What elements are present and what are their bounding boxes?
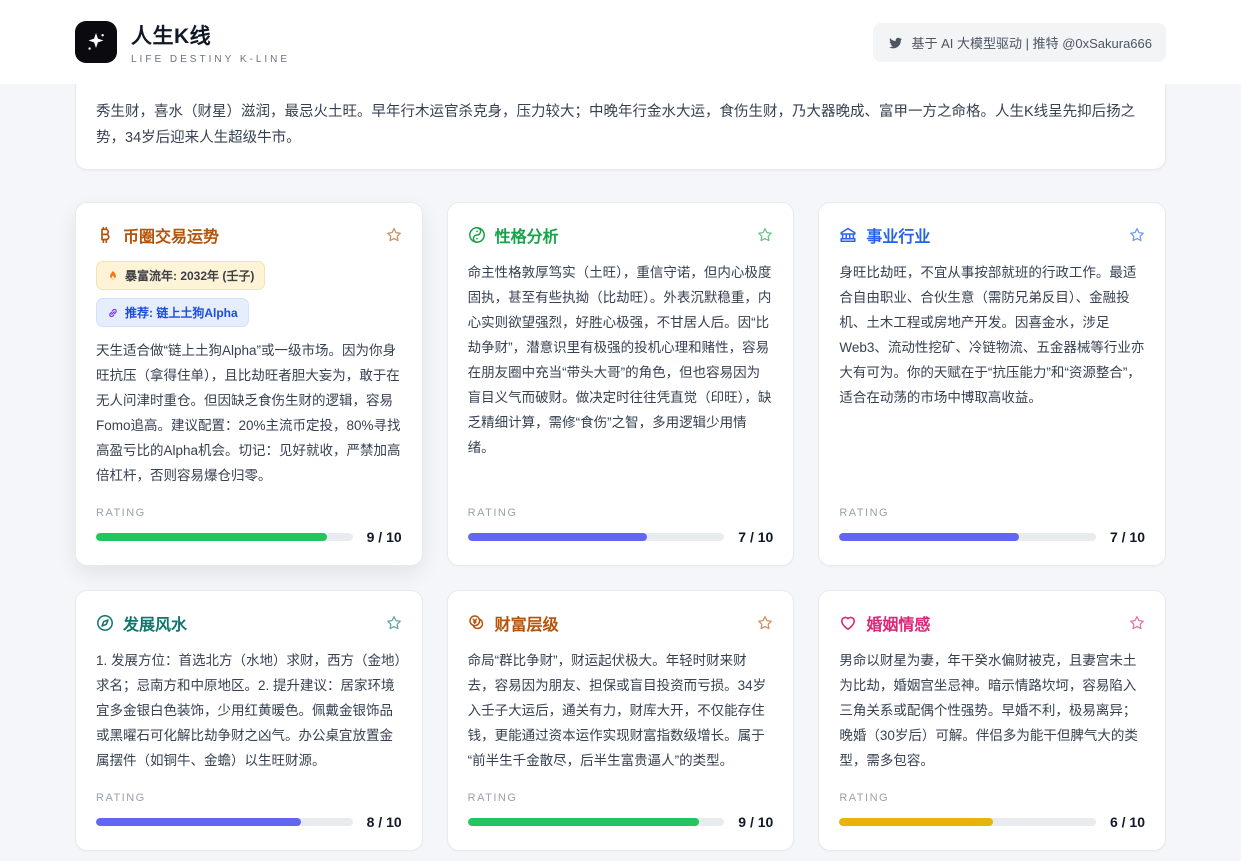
recommend-label: 推荐: 链上土狗Alpha bbox=[125, 304, 238, 321]
rating-label: RATING bbox=[96, 792, 402, 804]
bitcoin-icon bbox=[96, 226, 114, 244]
twitter-icon bbox=[887, 34, 903, 50]
favorite-star-icon[interactable] bbox=[757, 227, 773, 243]
card-body-text: 1. 发展方位：首选北方（水地）求财，西方（金地）求名；忌南方和中原地区。2. … bbox=[96, 649, 402, 774]
favorite-star-icon[interactable] bbox=[386, 615, 402, 631]
personality-icon bbox=[468, 226, 486, 244]
favorite-star-icon[interactable] bbox=[1129, 227, 1145, 243]
card-title: 事业行业 bbox=[866, 223, 930, 247]
rating-section: RATING 7 / 10 bbox=[839, 507, 1145, 545]
rating-bar bbox=[839, 533, 1096, 541]
heart-icon bbox=[839, 614, 857, 632]
card-body-text: 身旺比劫旺，不宜从事按部就班的行政工作。最适合自由职业、合伙生意（需防兄弟反目）… bbox=[839, 261, 1145, 411]
rating-value: 6 / 10 bbox=[1110, 814, 1145, 830]
rating-label: RATING bbox=[468, 792, 774, 804]
twitter-badge[interactable]: 基于 AI 大模型驱动 | 推特 @0xSakura666 bbox=[873, 23, 1166, 62]
rating-section: RATING 6 / 10 bbox=[839, 792, 1145, 830]
brand: 人生K线 LIFE DESTINY K-LINE bbox=[75, 20, 290, 65]
page-subtitle: LIFE DESTINY K-LINE bbox=[131, 54, 290, 65]
rating-label: RATING bbox=[468, 507, 774, 519]
favorite-star-icon[interactable] bbox=[1129, 615, 1145, 631]
card-crypto-trading: 币圈交易运势 暴富流年: 2032年 (壬子) bbox=[75, 202, 423, 566]
coins-icon bbox=[468, 614, 486, 632]
sparkle-icon bbox=[84, 30, 108, 54]
card-body-text: 命局“群比争财”，财运起伏极大。年轻时财来财去，容易因为朋友、担保或盲目投资而亏… bbox=[468, 649, 774, 774]
card-title: 币圈交易运势 bbox=[123, 223, 219, 247]
app-logo bbox=[75, 21, 117, 63]
rating-bar bbox=[468, 818, 725, 826]
page-title: 人生K线 bbox=[131, 20, 290, 50]
rating-value: 8 / 10 bbox=[367, 814, 402, 830]
card-career: 事业行业 身旺比劫旺，不宜从事按部就班的行政工作。最适合自由职业、合伙生意（需防… bbox=[818, 202, 1166, 566]
compass-icon bbox=[96, 614, 114, 632]
card-title: 发展风水 bbox=[123, 611, 187, 635]
rating-label: RATING bbox=[96, 507, 402, 519]
rating-label: RATING bbox=[839, 507, 1145, 519]
recommend-badge: 推荐: 链上土狗Alpha bbox=[96, 298, 249, 327]
app-header: 人生K线 LIFE DESTINY K-LINE 基于 AI 大模型驱动 | 推… bbox=[0, 0, 1241, 84]
favorite-star-icon[interactable] bbox=[386, 227, 402, 243]
chain-icon bbox=[107, 307, 119, 319]
rating-value: 9 / 10 bbox=[367, 529, 402, 545]
rating-value: 9 / 10 bbox=[738, 814, 773, 830]
destiny-summary-text: 秀生财，喜水（财星）滋润，最忌火土旺。早年行木运官杀克身，压力较大；中晚年行金水… bbox=[96, 99, 1145, 151]
favorite-star-icon[interactable] bbox=[757, 615, 773, 631]
rating-bar bbox=[839, 818, 1096, 826]
card-body-text: 男命以财星为妻，年干癸水偏财被克，且妻宫未土为比劫，婚姻宫坐忌神。暗示情路坎坷，… bbox=[839, 649, 1145, 774]
card-fengshui: 发展风水 1. 发展方位：首选北方（水地）求财，西方（金地）求名；忌南方和中原地… bbox=[75, 590, 423, 851]
lucky-year-badge: 暴富流年: 2032年 (壬子) bbox=[96, 261, 265, 290]
rating-bar bbox=[96, 818, 353, 826]
card-body-text: 天生适合做“链上土狗Alpha”或一级市场。因为你身旺抗压（拿得住单），且比劫旺… bbox=[96, 339, 402, 489]
card-body-text: 命主性格敦厚笃实（土旺），重信守诺，但内心极度固执，甚至有些执拗（比劫旺）。外表… bbox=[468, 261, 774, 461]
rating-value: 7 / 10 bbox=[1110, 529, 1145, 545]
card-title: 婚姻情感 bbox=[866, 611, 930, 635]
fire-icon bbox=[107, 270, 119, 282]
rating-section: RATING 8 / 10 bbox=[96, 792, 402, 830]
bank-icon bbox=[839, 226, 857, 244]
card-wealth: 财富层级 命局“群比争财”，财运起伏极大。年轻时财来财去，容易因为朋友、担保或盲… bbox=[447, 590, 795, 851]
rating-bar bbox=[468, 533, 725, 541]
card-marriage: 婚姻情感 男命以财星为妻，年干癸水偏财被克，且妻宫未土为比劫，婚姻宫坐忌神。暗示… bbox=[818, 590, 1166, 851]
rating-value: 7 / 10 bbox=[738, 529, 773, 545]
rating-section: RATING 9 / 10 bbox=[468, 792, 774, 830]
card-personality: 性格分析 命主性格敦厚笃实（土旺），重信守诺，但内心极度固执，甚至有些执拗（比劫… bbox=[447, 202, 795, 566]
analysis-grid: 币圈交易运势 暴富流年: 2032年 (壬子) bbox=[75, 202, 1166, 861]
rating-bar bbox=[96, 533, 353, 541]
card-title: 财富层级 bbox=[495, 611, 559, 635]
card-title: 性格分析 bbox=[495, 223, 559, 247]
rating-label: RATING bbox=[839, 792, 1145, 804]
rating-section: RATING 9 / 10 bbox=[96, 507, 402, 545]
twitter-badge-label: 基于 AI 大模型驱动 | 推特 @0xSakura666 bbox=[911, 33, 1152, 52]
lucky-year-label: 暴富流年: 2032年 (壬子) bbox=[125, 267, 254, 284]
rating-section: RATING 7 / 10 bbox=[468, 507, 774, 545]
